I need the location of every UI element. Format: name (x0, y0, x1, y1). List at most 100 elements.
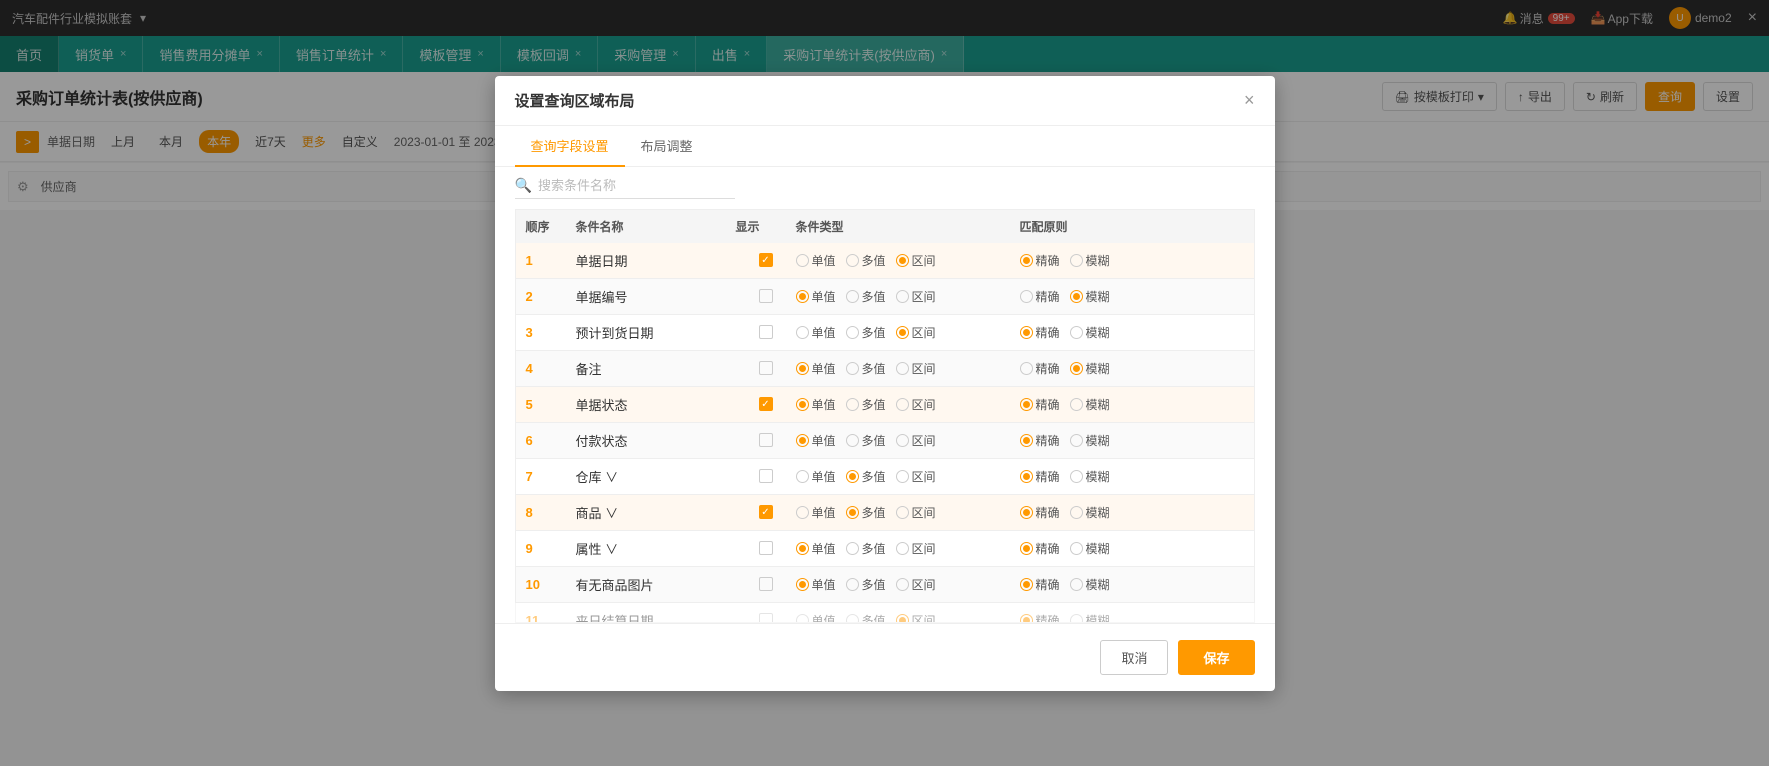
radio-match-模糊[interactable]: 模糊 (1070, 360, 1110, 377)
radio-dot (1070, 362, 1083, 375)
radio-match-精确[interactable]: 精确 (1020, 396, 1060, 413)
save-button[interactable]: 保存 (1178, 640, 1254, 675)
radio-match-精确[interactable]: 精确 (1020, 504, 1060, 521)
row-show-checkbox[interactable] (759, 469, 773, 483)
row-match-group: 精确模糊 (1020, 396, 1244, 413)
radio-match-模糊[interactable]: 模糊 (1070, 396, 1110, 413)
radio-match-模糊[interactable]: 模糊 (1070, 288, 1110, 305)
radio-match-精确[interactable]: 精确 (1020, 252, 1060, 269)
radio-type-单值[interactable]: 单值 (796, 540, 836, 557)
table-row: 7仓库 ∨单值多值区间精确模糊 (515, 459, 1255, 495)
radio-match-精确[interactable]: 精确 (1020, 612, 1060, 623)
radio-match-精确[interactable]: 精确 (1020, 360, 1060, 377)
radio-match-模糊[interactable]: 模糊 (1070, 576, 1110, 593)
table-row: 8商品 ∨单值多值区间精确模糊 (515, 495, 1255, 531)
radio-type-多值[interactable]: 多值 (846, 576, 886, 593)
radio-type-单值[interactable]: 单值 (796, 504, 836, 521)
radio-type-单值[interactable]: 单值 (796, 288, 836, 305)
radio-type-多值[interactable]: 多值 (846, 504, 886, 521)
search-input[interactable] (538, 178, 735, 193)
radio-type-区间[interactable]: 区间 (896, 324, 936, 341)
row-show-checkbox[interactable] (759, 397, 773, 411)
radio-type-多值[interactable]: 多值 (846, 324, 886, 341)
row-type-group: 单值多值区间 (796, 396, 1020, 413)
radio-match-模糊[interactable]: 模糊 (1070, 468, 1110, 485)
radio-match-精确[interactable]: 精确 (1020, 324, 1060, 341)
radio-type-多值[interactable]: 多值 (846, 540, 886, 557)
radio-type-单值[interactable]: 单值 (796, 252, 836, 269)
radio-match-模糊[interactable]: 模糊 (1070, 612, 1110, 623)
radio-match-模糊[interactable]: 模糊 (1070, 252, 1110, 269)
radio-dot (1020, 542, 1033, 555)
row-show-checkbox[interactable] (759, 433, 773, 447)
dialog-tab-layout[interactable]: 布局调整 (625, 126, 709, 167)
radio-match-模糊[interactable]: 模糊 (1070, 432, 1110, 449)
row-show-checkbox[interactable] (759, 613, 773, 623)
radio-match-模糊[interactable]: 模糊 (1070, 504, 1110, 521)
table-row: 11来日结算日期单值多值区间精确模糊 (515, 603, 1255, 623)
radio-type-多值[interactable]: 多值 (846, 288, 886, 305)
radio-type-区间[interactable]: 区间 (896, 612, 936, 623)
row-show-checkbox-wrap (736, 577, 796, 591)
row-condition-name: 备注 (576, 359, 736, 378)
row-match-group: 精确模糊 (1020, 504, 1244, 521)
radio-dot (796, 542, 809, 555)
radio-match-精确[interactable]: 精确 (1020, 576, 1060, 593)
row-show-checkbox[interactable] (759, 289, 773, 303)
radio-match-模糊[interactable]: 模糊 (1070, 540, 1110, 557)
row-match-group: 精确模糊 (1020, 540, 1244, 557)
radio-dot (896, 578, 909, 591)
radio-dot (796, 506, 809, 519)
row-show-checkbox[interactable] (759, 253, 773, 267)
radio-dot (896, 506, 909, 519)
radio-type-区间[interactable]: 区间 (896, 396, 936, 413)
radio-type-单值[interactable]: 单值 (796, 432, 836, 449)
radio-type-区间[interactable]: 区间 (896, 576, 936, 593)
radio-type-区间[interactable]: 区间 (896, 504, 936, 521)
radio-type-多值[interactable]: 多值 (846, 612, 886, 623)
radio-type-单值[interactable]: 单值 (796, 396, 836, 413)
radio-type-区间[interactable]: 区间 (896, 288, 936, 305)
radio-dot (846, 398, 859, 411)
radio-match-精确[interactable]: 精确 (1020, 432, 1060, 449)
radio-match-模糊[interactable]: 模糊 (1070, 324, 1110, 341)
radio-type-区间[interactable]: 区间 (896, 540, 936, 557)
dialog-tab-query-fields[interactable]: 查询字段设置 (515, 126, 625, 167)
row-show-checkbox[interactable] (759, 361, 773, 375)
radio-dot (796, 434, 809, 447)
radio-match-精确[interactable]: 精确 (1020, 540, 1060, 557)
radio-dot (846, 254, 859, 267)
row-show-checkbox-wrap (736, 469, 796, 483)
radio-match-精确[interactable]: 精确 (1020, 288, 1060, 305)
radio-type-单值[interactable]: 单值 (796, 468, 836, 485)
dialog-close-button[interactable]: × (1244, 91, 1255, 109)
radio-type-多值[interactable]: 多值 (846, 396, 886, 413)
row-type-group: 单值多值区间 (796, 504, 1020, 521)
row-show-checkbox[interactable] (759, 325, 773, 339)
radio-type-区间[interactable]: 区间 (896, 360, 936, 377)
radio-type-多值[interactable]: 多值 (846, 432, 886, 449)
row-show-checkbox[interactable] (759, 541, 773, 555)
row-match-group: 精确模糊 (1020, 252, 1244, 269)
radio-dot (846, 614, 859, 623)
radio-type-区间[interactable]: 区间 (896, 432, 936, 449)
radio-dot (896, 398, 909, 411)
radio-type-多值[interactable]: 多值 (846, 252, 886, 269)
table-row: 3预计到货日期单值多值区间精确模糊 (515, 315, 1255, 351)
row-show-checkbox[interactable] (759, 505, 773, 519)
row-show-checkbox[interactable] (759, 577, 773, 591)
row-type-group: 单值多值区间 (796, 612, 1020, 623)
radio-type-区间[interactable]: 区间 (896, 252, 936, 269)
radio-type-多值[interactable]: 多值 (846, 468, 886, 485)
radio-type-单值[interactable]: 单值 (796, 612, 836, 623)
cancel-button[interactable]: 取消 (1100, 640, 1168, 675)
radio-type-单值[interactable]: 单值 (796, 360, 836, 377)
row-type-group: 单值多值区间 (796, 288, 1020, 305)
radio-dot (1070, 254, 1083, 267)
radio-type-区间[interactable]: 区间 (896, 468, 936, 485)
radio-match-精确[interactable]: 精确 (1020, 468, 1060, 485)
radio-type-多值[interactable]: 多值 (846, 360, 886, 377)
radio-type-单值[interactable]: 单值 (796, 576, 836, 593)
radio-type-单值[interactable]: 单值 (796, 324, 836, 341)
radio-dot (1020, 398, 1033, 411)
